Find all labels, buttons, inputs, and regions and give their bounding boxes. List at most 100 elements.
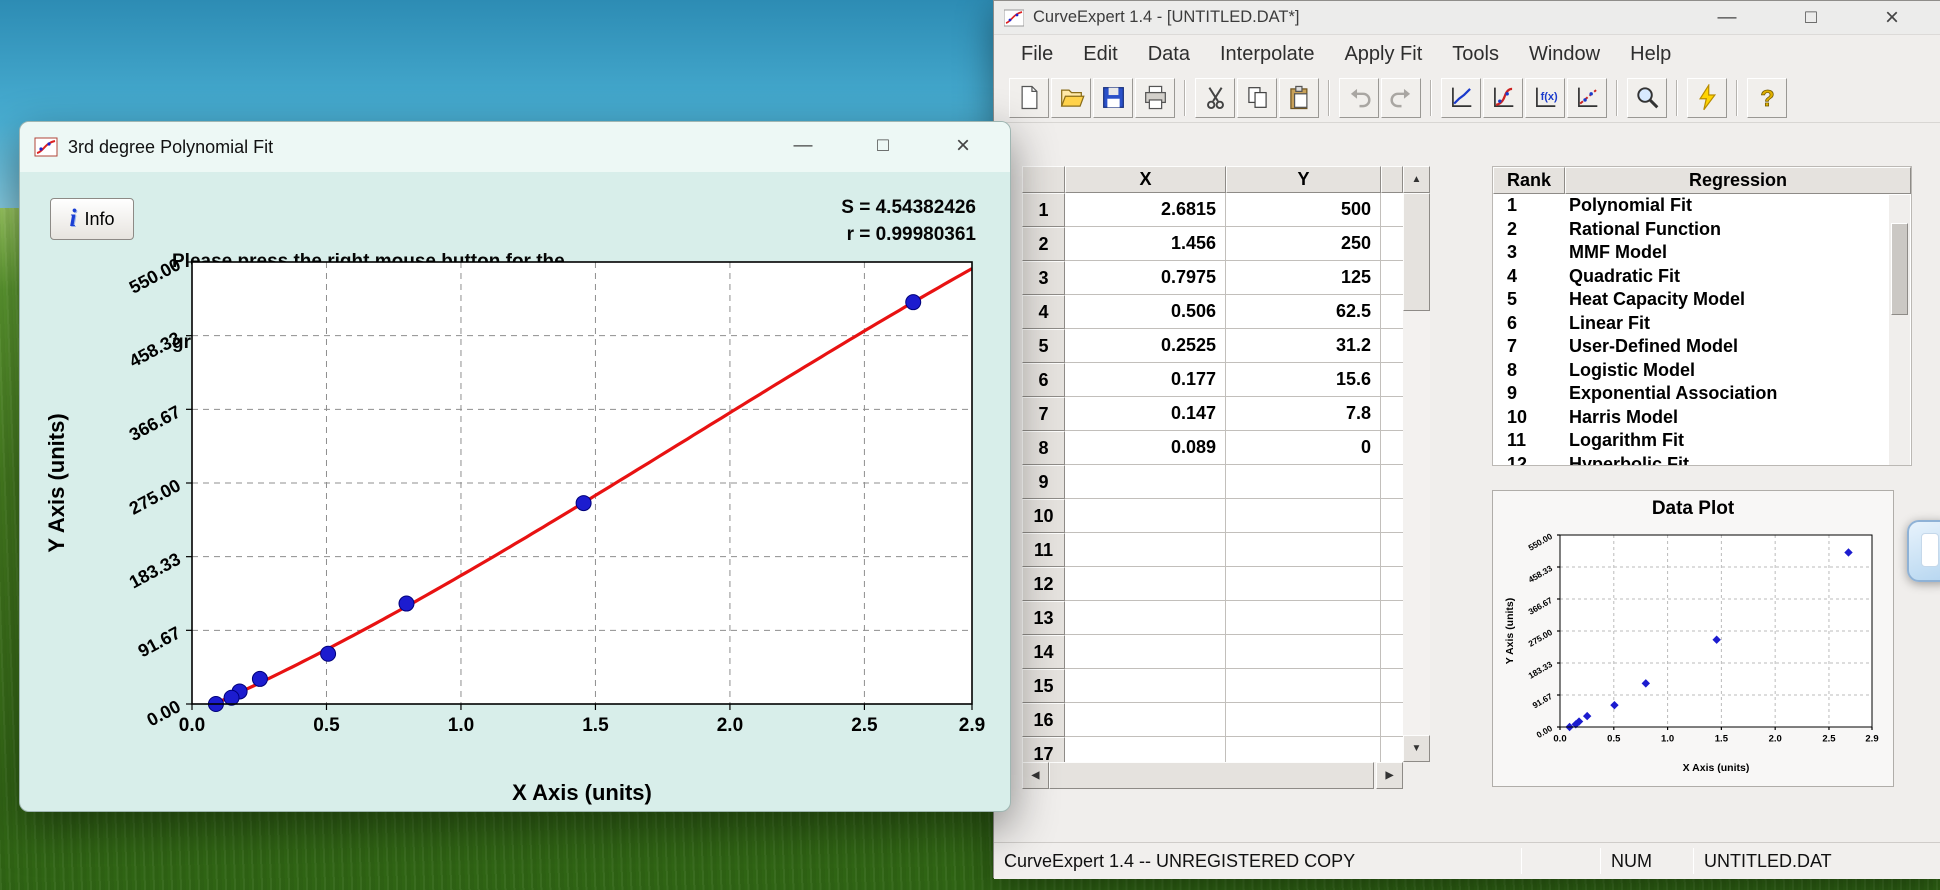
toolbar-help-button[interactable]: ?	[1747, 77, 1787, 118]
menu-item[interactable]: Tools	[1437, 38, 1514, 71]
row-number-cell[interactable]: 12	[1022, 567, 1065, 601]
toolbar-open-file-button[interactable]	[1051, 77, 1091, 118]
main-title-bar[interactable]: CurveExpert 1.4 - [UNTITLED.DAT*] — □ ×	[994, 1, 1940, 35]
menu-item[interactable]: File	[1006, 38, 1068, 71]
toolbar-zoom-button[interactable]	[1627, 77, 1667, 118]
y-cell[interactable]: 250	[1226, 227, 1381, 261]
menu-item[interactable]: Help	[1615, 38, 1686, 71]
x-cell[interactable]: 0.177	[1065, 363, 1226, 397]
toolbar-copy-button[interactable]	[1237, 77, 1277, 118]
y-cell[interactable]: 62.5	[1226, 295, 1381, 329]
scroll-right-icon[interactable]: ▶	[1376, 762, 1403, 789]
close-icon[interactable]: ×	[1869, 1, 1915, 34]
fit-plot[interactable]: 0.0 0.5 1.0 1.5 2.0 2.5 2.9 0.00 91.67 183.33 275.…	[40, 248, 988, 811]
x-cell[interactable]	[1065, 465, 1226, 499]
regression-list-item[interactable]: 10 Harris Model	[1493, 406, 1911, 430]
toolbar-new-file-button[interactable]	[1009, 77, 1049, 118]
menu-item[interactable]: Interpolate	[1205, 38, 1330, 71]
y-cell[interactable]	[1226, 669, 1381, 703]
x-cell[interactable]: 0.506	[1065, 295, 1226, 329]
y-cell[interactable]: 500	[1226, 193, 1381, 227]
toolbar-curve-fit-button[interactable]	[1483, 77, 1523, 118]
y-cell[interactable]	[1226, 703, 1381, 737]
y-cell[interactable]	[1226, 567, 1381, 601]
toolbar-save-file-button[interactable]	[1093, 77, 1133, 118]
x-cell[interactable]: 0.7975	[1065, 261, 1226, 295]
x-cell[interactable]: 2.6815	[1065, 193, 1226, 227]
y-cell[interactable]: 31.2	[1226, 329, 1381, 363]
row-number-cell[interactable]: 15	[1022, 669, 1065, 703]
row-number-cell[interactable]: 6	[1022, 363, 1065, 397]
x-cell[interactable]: 0.147	[1065, 397, 1226, 431]
table-horizontal-scrollbar[interactable]: ◀ ▶	[1022, 762, 1403, 789]
x-column-header[interactable]: X	[1065, 166, 1226, 193]
toolbar-plot-options-button[interactable]	[1567, 77, 1607, 118]
y-cell[interactable]	[1226, 465, 1381, 499]
y-cell[interactable]	[1226, 635, 1381, 669]
row-number-cell[interactable]: 16	[1022, 703, 1065, 737]
row-number-cell[interactable]: 5	[1022, 329, 1065, 363]
maximize-icon[interactable]: □	[1788, 1, 1834, 34]
x-cell[interactable]: 0.089	[1065, 431, 1226, 465]
scroll-left-icon[interactable]: ◀	[1022, 762, 1049, 789]
regression-list-item[interactable]: 11 Logarithm Fit	[1493, 429, 1911, 453]
scroll-down-icon[interactable]: ▼	[1403, 735, 1430, 762]
toolbar-cut-button[interactable]	[1195, 77, 1235, 118]
x-cell[interactable]: 1.456	[1065, 227, 1226, 261]
regression-list-item[interactable]: 8 Logistic Model	[1493, 359, 1911, 383]
row-number-cell[interactable]: 7	[1022, 397, 1065, 431]
regression-list-item[interactable]: 3 MMF Model	[1493, 241, 1911, 265]
regression-list-item[interactable]: 5 Heat Capacity Model	[1493, 288, 1911, 312]
minimize-icon[interactable]: —	[780, 122, 826, 170]
toolbar-paste-button[interactable]	[1279, 77, 1319, 118]
regression-list-item[interactable]: 7 User-Defined Model	[1493, 335, 1911, 359]
regression-list-item[interactable]: 1 Polynomial Fit	[1493, 194, 1911, 218]
row-number-cell[interactable]: 3	[1022, 261, 1065, 295]
row-number-cell[interactable]: 13	[1022, 601, 1065, 635]
close-icon[interactable]: ×	[940, 122, 986, 170]
x-cell[interactable]	[1065, 601, 1226, 635]
info-button[interactable]: i Info	[50, 198, 134, 240]
x-cell[interactable]	[1065, 703, 1226, 737]
y-cell[interactable]	[1226, 601, 1381, 635]
row-number-cell[interactable]: 10	[1022, 499, 1065, 533]
y-cell[interactable]	[1226, 499, 1381, 533]
x-cell[interactable]	[1065, 635, 1226, 669]
y-cell[interactable]: 125	[1226, 261, 1381, 295]
row-number-cell[interactable]: 4	[1022, 295, 1065, 329]
maximize-icon[interactable]: □	[860, 122, 906, 170]
toolbar-print-button[interactable]	[1135, 77, 1175, 118]
table-vertical-scrollbar[interactable]: ▲ ▼	[1403, 166, 1430, 762]
rank-scroll-thumb[interactable]	[1891, 223, 1908, 315]
x-cell[interactable]	[1065, 669, 1226, 703]
row-number-cell[interactable]: 8	[1022, 431, 1065, 465]
x-cell[interactable]	[1065, 499, 1226, 533]
menu-item[interactable]: Window	[1514, 38, 1615, 71]
regression-list-item[interactable]: 9 Exponential Association	[1493, 382, 1911, 406]
rank-header[interactable]: Rank	[1493, 167, 1565, 194]
vertical-scroll-thumb[interactable]	[1403, 193, 1430, 311]
fit-title-bar[interactable]: 3rd degree Polynomial Fit — □ ×	[20, 122, 1010, 172]
y-cell[interactable]	[1226, 737, 1381, 762]
toolbar-quick-fit-button[interactable]	[1687, 77, 1727, 118]
regression-list-item[interactable]: 12 Hyperbolic Fit	[1493, 453, 1911, 465]
toolbar-undo-button[interactable]	[1339, 77, 1379, 118]
y-cell[interactable]: 0	[1226, 431, 1381, 465]
row-number-cell[interactable]: 17	[1022, 737, 1065, 762]
row-number-cell[interactable]: 14	[1022, 635, 1065, 669]
row-number-cell[interactable]: 2	[1022, 227, 1065, 261]
x-cell[interactable]: 0.2525	[1065, 329, 1226, 363]
regression-list-item[interactable]: 4 Quadratic Fit	[1493, 265, 1911, 289]
y-cell[interactable]: 7.8	[1226, 397, 1381, 431]
y-cell[interactable]: 15.6	[1226, 363, 1381, 397]
row-number-cell[interactable]: 9	[1022, 465, 1065, 499]
toolbar-function-plot-button[interactable]: f(x)	[1525, 77, 1565, 118]
regression-header[interactable]: Regression	[1565, 167, 1911, 194]
rank-scrollbar[interactable]	[1889, 195, 1910, 465]
menu-item[interactable]: Edit	[1068, 38, 1132, 71]
y-column-header[interactable]: Y	[1226, 166, 1381, 193]
regression-list-item[interactable]: 2 Rational Function	[1493, 218, 1911, 242]
toolbar-redo-button[interactable]	[1381, 77, 1421, 118]
y-cell[interactable]	[1226, 533, 1381, 567]
x-cell[interactable]	[1065, 567, 1226, 601]
